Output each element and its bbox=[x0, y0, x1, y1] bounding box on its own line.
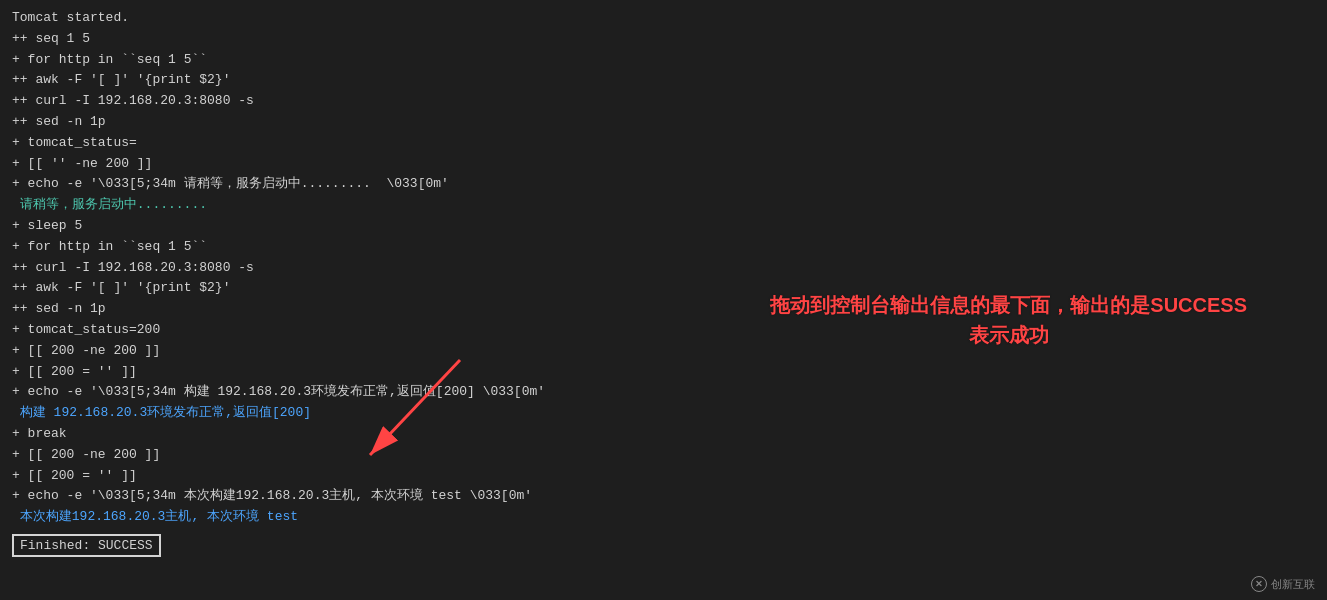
terminal-line-cyan: 请稍等，服务启动中......... bbox=[12, 195, 1315, 216]
terminal-line: + echo -e '\033[5;34m 请稍等，服务启动中.........… bbox=[12, 174, 1315, 195]
terminal-line: Tomcat started. bbox=[12, 8, 1315, 29]
watermark-icon: ✕ bbox=[1251, 576, 1267, 592]
terminal-line: + echo -e '\033[5;34m 构建 192.168.20.3环境发… bbox=[12, 382, 1315, 403]
terminal-line: + tomcat_status=200 bbox=[12, 320, 1315, 341]
watermark-text: 创新互联 bbox=[1271, 577, 1315, 592]
terminal-line: ++ sed -n 1p bbox=[12, 112, 1315, 133]
terminal-line: ++ seq 1 5 bbox=[12, 29, 1315, 50]
terminal-line: + [[ 200 = '' ]] bbox=[12, 362, 1315, 383]
terminal-line: + [[ 200 -ne 200 ]] bbox=[12, 445, 1315, 466]
terminal-line: + [[ 200 -ne 200 ]] bbox=[12, 341, 1315, 362]
terminal-line: + for http in ``seq 1 5`` bbox=[12, 237, 1315, 258]
terminal-line: + tomcat_status= bbox=[12, 133, 1315, 154]
terminal-line: + echo -e '\033[5;34m 本次构建192.168.20.3主机… bbox=[12, 486, 1315, 507]
terminal-line: + sleep 5 bbox=[12, 216, 1315, 237]
terminal-line: + break bbox=[12, 424, 1315, 445]
terminal-window: Tomcat started. ++ seq 1 5 + for http in… bbox=[0, 0, 1327, 600]
finished-success-box: Finished: SUCCESS bbox=[12, 534, 161, 557]
terminal-line-link2: 本次构建192.168.20.3主机, 本次环境 test bbox=[12, 507, 1315, 528]
watermark: ✕ 创新互联 bbox=[1251, 576, 1315, 592]
terminal-line: + for http in ``seq 1 5`` bbox=[12, 50, 1315, 71]
terminal-line: ++ curl -I 192.168.20.3:8080 -s bbox=[12, 258, 1315, 279]
terminal-line: + [[ 200 = '' ]] bbox=[12, 466, 1315, 487]
terminal-line: ++ curl -I 192.168.20.3:8080 -s bbox=[12, 91, 1315, 112]
finished-line: Finished: SUCCESS bbox=[12, 532, 1315, 557]
terminal-line: ++ awk -F '[ ]' '{print $2}' bbox=[12, 278, 1315, 299]
terminal-line-link: 构建 192.168.20.3环境发布正常,返回值[200] bbox=[12, 403, 1315, 424]
terminal-line: + [[ '' -ne 200 ]] bbox=[12, 154, 1315, 175]
terminal-line: ++ sed -n 1p bbox=[12, 299, 1315, 320]
terminal-line: ++ awk -F '[ ]' '{print $2}' bbox=[12, 70, 1315, 91]
